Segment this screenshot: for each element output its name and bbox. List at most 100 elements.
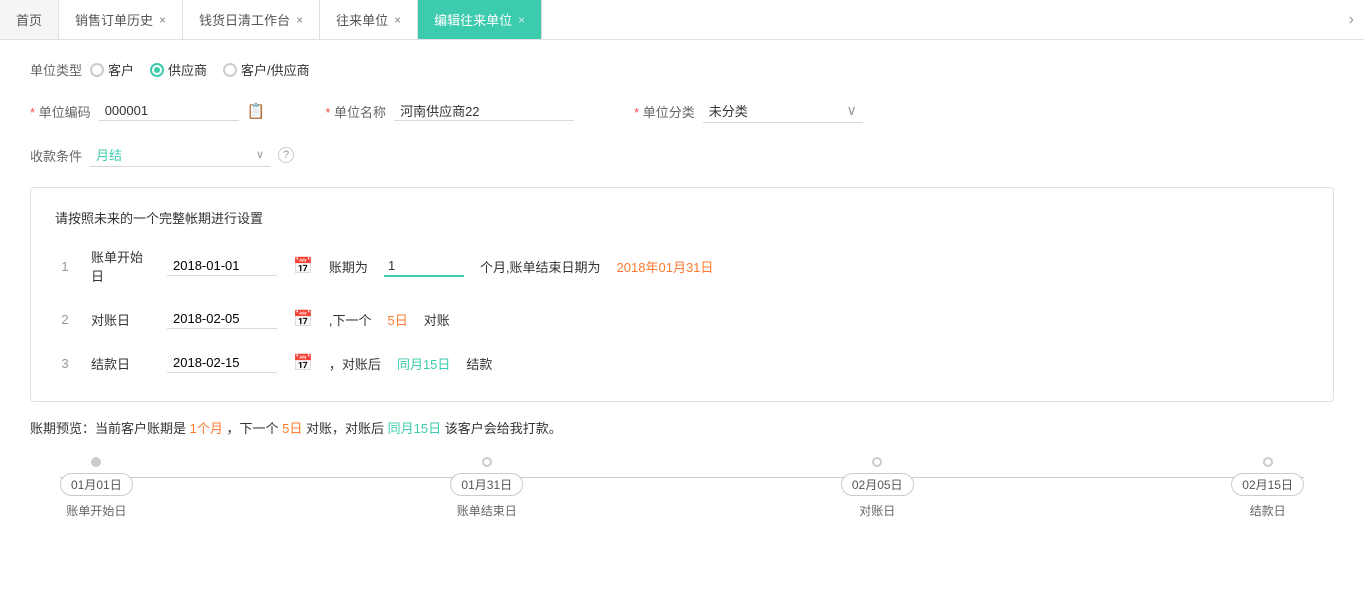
payment-terms-label: 收款条件	[30, 146, 82, 165]
tab-cash-ledger[interactable]: 钱货日清工作台 ×	[183, 0, 320, 39]
tab-home-label: 首页	[16, 10, 42, 29]
tab-edit-partner-label: 编辑往来单位	[434, 10, 512, 29]
tl-label-box-2: 01月31日	[450, 473, 523, 496]
tl-date-4: 02月15日	[1242, 478, 1293, 492]
end-date-highlight: 2018年01月31日	[617, 257, 714, 276]
tl-sub-4: 结款日	[1250, 502, 1286, 519]
chevron-right-icon: ›	[1349, 11, 1354, 29]
payment-terms-group: 收款条件 月结 ∨ ?	[30, 143, 294, 167]
radio-both[interactable]: 客户/供应商	[223, 60, 310, 79]
tl-label-box-4: 02月15日	[1231, 473, 1304, 496]
row-desc-3a: ，对账后	[329, 354, 381, 373]
unit-info-row: 单位编码 📋 单位名称 单位分类 未分类 ∨	[30, 99, 1334, 123]
tl-label-box-3: 02月05日	[841, 473, 914, 496]
row-label-1: 账单开始日	[91, 247, 151, 285]
payment-terms-row: 收款条件 月结 ∨ ?	[30, 143, 1334, 167]
payment-terms-select[interactable]: 月结 ∨	[90, 143, 270, 167]
unit-code-input[interactable]	[99, 101, 239, 121]
row-label-2: 对账日	[91, 310, 151, 329]
unit-name-input[interactable]	[394, 101, 574, 121]
preview-highlight1: 1个月	[190, 421, 223, 436]
tl-sub-1: 账单开始日	[66, 502, 126, 519]
account-start-row: 1 账单开始日 📅 账期为 个月,账单结束日期为 2018年01月31日	[55, 247, 1309, 285]
row-num-3: 3	[55, 356, 75, 371]
unit-name-group: 单位名称	[325, 101, 574, 121]
tab-cash-ledger-close[interactable]: ×	[296, 13, 303, 27]
tab-partner[interactable]: 往来单位 ×	[320, 0, 418, 39]
period-input[interactable]	[384, 256, 464, 277]
tl-date-3: 02月05日	[852, 478, 903, 492]
timeline-point-1: 01月01日 账单开始日	[60, 457, 133, 519]
radio-supplier-circle	[150, 63, 164, 77]
tab-sales-history[interactable]: 销售订单历史 ×	[59, 0, 183, 39]
tl-dot-1	[91, 457, 101, 467]
tl-dot-4	[1263, 457, 1273, 467]
settlement-date-calendar-icon[interactable]: 📅	[293, 353, 313, 373]
unit-category-label: 单位分类	[634, 102, 695, 121]
row-desc-2a: ,下一个	[329, 310, 372, 329]
tab-sales-history-label: 销售订单历史	[75, 10, 153, 29]
timeline-points: 01月01日 账单开始日 01月31日 账单结束日 02月05日 对账日	[60, 457, 1304, 519]
timeline-point-3: 02月05日 对账日	[841, 457, 914, 519]
tl-date-2: 01月31日	[461, 478, 512, 492]
radio-supplier[interactable]: 供应商	[150, 60, 207, 79]
unit-type-group: 单位类型 客户 供应商 客户/供应商	[30, 60, 310, 79]
unit-name-label: 单位名称	[325, 102, 386, 121]
row-num-2: 2	[55, 312, 75, 327]
tab-edit-partner-close[interactable]: ×	[518, 13, 525, 27]
unit-category-value: 未分类	[709, 101, 847, 120]
settlement-row: 3 结款日 📅 ，对账后 同月15日 结款	[55, 353, 1309, 373]
radio-both-circle	[223, 63, 237, 77]
main-content: 单位类型 客户 供应商 客户/供应商 单位编码 📋	[0, 40, 1364, 608]
row-label-3: 结款日	[91, 354, 151, 373]
unit-category-arrow-icon: ∨	[847, 102, 857, 119]
reconcile-date-input[interactable]	[167, 309, 277, 329]
timeline-point-2: 01月31日 账单结束日	[450, 457, 523, 519]
unit-category-select[interactable]: 未分类 ∨	[703, 99, 863, 123]
payment-terms-value: 月结	[96, 145, 252, 164]
preview-highlight3: 同月15日	[388, 421, 441, 436]
unit-code-copy-icon[interactable]: 📋	[247, 102, 266, 120]
unit-code-label: 单位编码	[30, 102, 91, 121]
preview-suffix: 该客户会给我打款。	[445, 421, 562, 436]
question-mark: ?	[283, 149, 289, 161]
tab-home[interactable]: 首页	[0, 0, 59, 39]
tl-dot-2	[482, 457, 492, 467]
tab-partner-close[interactable]: ×	[394, 13, 401, 27]
unit-code-group: 单位编码 📋	[30, 101, 265, 121]
start-date-calendar-icon[interactable]: 📅	[293, 256, 313, 276]
unit-category-group: 单位分类 未分类 ∨	[634, 99, 863, 123]
preview-prefix: 账期预览：当前客户账期是	[30, 421, 186, 436]
tab-partner-label: 往来单位	[336, 10, 388, 29]
payment-terms-arrow-icon: ∨	[256, 148, 264, 161]
row-num-1: 1	[55, 259, 75, 274]
tab-cash-ledger-label: 钱货日清工作台	[199, 10, 290, 29]
radio-customer[interactable]: 客户	[90, 60, 134, 79]
preview-text: 账期预览：当前客户账期是 1个月 ，下一个 5日 对账，对账后 同月15日 该客…	[30, 418, 1334, 437]
reconcile-date-calendar-icon[interactable]: 📅	[293, 309, 313, 329]
settlement-date-input[interactable]	[167, 353, 277, 373]
radio-group-unit-type: 客户 供应商 客户/供应商	[90, 60, 310, 79]
start-date-input[interactable]	[167, 256, 277, 276]
tab-edit-partner[interactable]: 编辑往来单位 ×	[418, 0, 542, 39]
preview-mid1: ，下一个	[227, 421, 279, 436]
tl-dot-3	[872, 457, 882, 467]
unit-type-label: 单位类型	[30, 60, 82, 79]
account-period-section: 请按照未来的一个完整帐期进行设置 1 账单开始日 📅 账期为 个月,账单结束日期…	[30, 187, 1334, 402]
help-icon[interactable]: ?	[278, 147, 294, 163]
tl-sub-2: 账单结束日	[457, 502, 517, 519]
radio-customer-circle	[90, 63, 104, 77]
preview-mid2: 对账，对账后	[306, 421, 384, 436]
reconcile-highlight: 5日	[388, 310, 408, 329]
unit-type-row: 单位类型 客户 供应商 客户/供应商	[30, 60, 1334, 79]
settlement-highlight: 同月15日	[397, 354, 450, 373]
tl-date-1: 01月01日	[71, 478, 122, 492]
tl-label-box-1: 01月01日	[60, 473, 133, 496]
tl-sub-3: 对账日	[859, 502, 895, 519]
row-desc-3b: 结款	[466, 354, 492, 373]
timeline-point-4: 02月15日 结款日	[1231, 457, 1304, 519]
tab-sales-history-close[interactable]: ×	[159, 13, 166, 27]
tab-more-button[interactable]: ›	[1339, 0, 1364, 39]
row-desc-1a: 账期为	[329, 257, 368, 276]
radio-supplier-label: 供应商	[168, 60, 207, 79]
